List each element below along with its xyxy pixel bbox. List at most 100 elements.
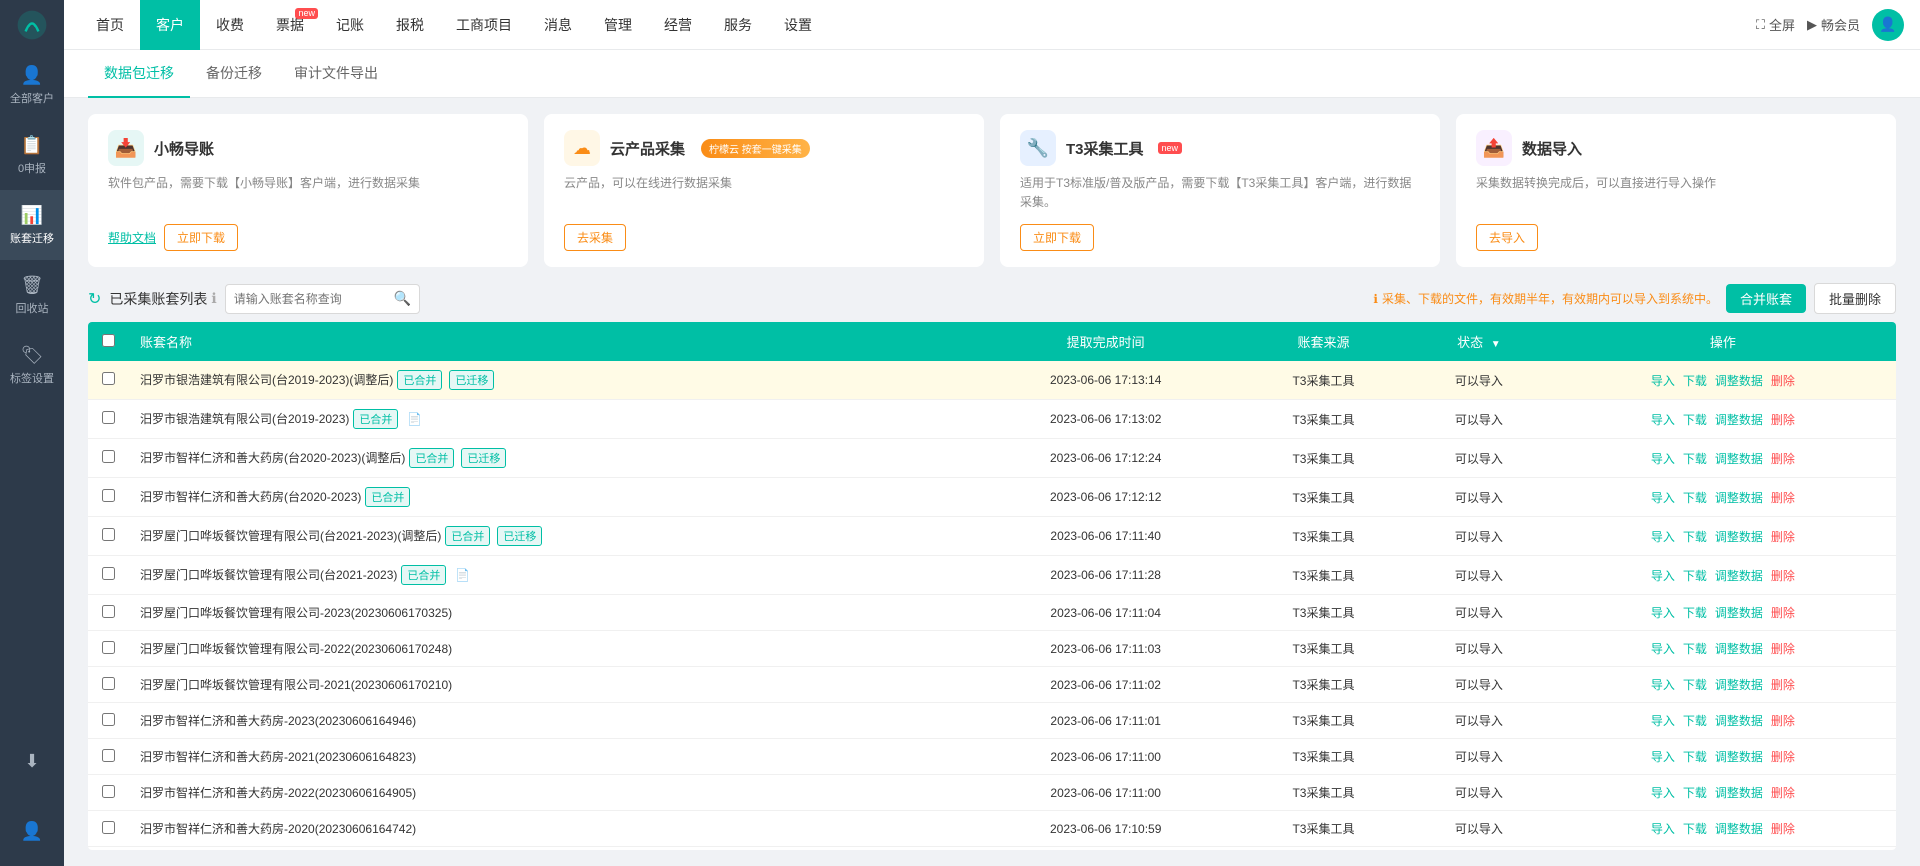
action-调整数据[interactable]: 调整数据 [1715,413,1763,427]
action-调整数据[interactable]: 调整数据 [1715,714,1763,728]
nav-client[interactable]: 客户 [140,0,200,50]
refresh-icon[interactable]: ↻ [88,289,101,309]
nav-bookkeeping[interactable]: 记账 [320,0,380,50]
row-checkbox[interactable] [102,528,115,541]
row-checkbox-cell[interactable] [88,556,128,595]
action-删除[interactable]: 删除 [1771,678,1795,692]
row-checkbox[interactable] [102,567,115,580]
row-checkbox-cell[interactable] [88,775,128,811]
action-删除[interactable]: 删除 [1771,714,1795,728]
nav-invoice[interactable]: 票据 new [260,0,320,50]
row-checkbox-cell[interactable] [88,478,128,517]
search-input[interactable] [234,292,394,306]
action-调整数据[interactable]: 调整数据 [1715,491,1763,505]
action-调整数据[interactable]: 调整数据 [1715,374,1763,388]
th-checkbox[interactable] [88,322,128,361]
action-下载[interactable]: 下载 [1683,822,1707,836]
tab-backup-migrate[interactable]: 备份迁移 [190,50,278,98]
row-checkbox-cell[interactable] [88,667,128,703]
tab-data-migrate[interactable]: 数据包迁移 [88,50,190,98]
sidebar-item-account-migrate[interactable]: 📊 账套迁移 [0,190,64,260]
action-调整数据[interactable]: 调整数据 [1715,452,1763,466]
row-checkbox-cell[interactable] [88,631,128,667]
row-checkbox[interactable] [102,785,115,798]
merge-account-button[interactable]: 合并账套 [1726,284,1806,313]
search-icon[interactable]: 🔍 [394,290,411,307]
t3-download-button[interactable]: 立即下载 [1020,224,1094,251]
action-导入[interactable]: 导入 [1651,491,1675,505]
nav-service[interactable]: 服务 [708,0,768,50]
action-导入[interactable]: 导入 [1651,750,1675,764]
action-下载[interactable]: 下载 [1683,786,1707,800]
bulk-delete-button[interactable]: 批量删除 [1814,283,1896,314]
row-checkbox-cell[interactable] [88,703,128,739]
action-删除[interactable]: 删除 [1771,606,1795,620]
action-导入[interactable]: 导入 [1651,822,1675,836]
nav-message[interactable]: 消息 [528,0,588,50]
row-checkbox-cell[interactable] [88,847,128,850]
action-下载[interactable]: 下载 [1683,750,1707,764]
action-调整数据[interactable]: 调整数据 [1715,786,1763,800]
row-checkbox-cell[interactable] [88,361,128,400]
action-删除[interactable]: 删除 [1771,786,1795,800]
row-checkbox[interactable] [102,372,115,385]
action-下载[interactable]: 下载 [1683,606,1707,620]
action-删除[interactable]: 删除 [1771,750,1795,764]
row-checkbox-cell[interactable] [88,517,128,556]
sidebar-item-download[interactable]: ⬇ [0,726,64,796]
app-logo[interactable] [0,0,64,50]
action-下载[interactable]: 下载 [1683,530,1707,544]
row-checkbox[interactable] [102,605,115,618]
sidebar-item-tag-settings[interactable]: 🏷 标签设置 [0,330,64,400]
row-checkbox[interactable] [102,641,115,654]
action-导入[interactable]: 导入 [1651,413,1675,427]
action-调整数据[interactable]: 调整数据 [1715,642,1763,656]
sidebar-item-user-profile[interactable]: 👤 [0,796,64,866]
go-collect-button[interactable]: 去采集 [564,224,626,251]
action-删除[interactable]: 删除 [1771,452,1795,466]
tab-audit-export[interactable]: 审计文件导出 [278,50,394,98]
action-下载[interactable]: 下载 [1683,642,1707,656]
action-下载[interactable]: 下载 [1683,714,1707,728]
th-status[interactable]: 状态 ▼ [1408,322,1550,361]
row-checkbox[interactable] [102,411,115,424]
nav-settings[interactable]: 设置 [768,0,828,50]
row-checkbox[interactable] [102,821,115,834]
action-调整数据[interactable]: 调整数据 [1715,530,1763,544]
member-button[interactable]: ▶ 畅会员 [1807,15,1860,34]
row-checkbox[interactable] [102,677,115,690]
action-调整数据[interactable]: 调整数据 [1715,822,1763,836]
nav-tax[interactable]: 报税 [380,0,440,50]
action-下载[interactable]: 下载 [1683,374,1707,388]
action-导入[interactable]: 导入 [1651,569,1675,583]
row-checkbox-cell[interactable] [88,811,128,847]
row-checkbox[interactable] [102,450,115,463]
action-导入[interactable]: 导入 [1651,642,1675,656]
action-导入[interactable]: 导入 [1651,714,1675,728]
row-checkbox[interactable] [102,749,115,762]
action-导入[interactable]: 导入 [1651,452,1675,466]
nav-fee[interactable]: 收费 [200,0,260,50]
nav-operation[interactable]: 经营 [648,0,708,50]
action-导入[interactable]: 导入 [1651,606,1675,620]
action-下载[interactable]: 下载 [1683,491,1707,505]
sidebar-item-recycle[interactable]: 🗑 回收站 [0,260,64,330]
action-导入[interactable]: 导入 [1651,678,1675,692]
action-下载[interactable]: 下载 [1683,569,1707,583]
action-调整数据[interactable]: 调整数据 [1715,678,1763,692]
action-删除[interactable]: 删除 [1771,491,1795,505]
action-下载[interactable]: 下载 [1683,452,1707,466]
nav-home[interactable]: 首页 [80,0,140,50]
row-checkbox-cell[interactable] [88,439,128,478]
action-调整数据[interactable]: 调整数据 [1715,569,1763,583]
action-下载[interactable]: 下载 [1683,678,1707,692]
go-import-button[interactable]: 去导入 [1476,224,1538,251]
action-删除[interactable]: 删除 [1771,374,1795,388]
row-checkbox-cell[interactable] [88,595,128,631]
select-all-checkbox[interactable] [102,334,115,347]
avatar[interactable]: 👤 [1872,9,1904,41]
row-checkbox[interactable] [102,713,115,726]
row-checkbox-cell[interactable] [88,739,128,775]
action-删除[interactable]: 删除 [1771,569,1795,583]
action-导入[interactable]: 导入 [1651,374,1675,388]
